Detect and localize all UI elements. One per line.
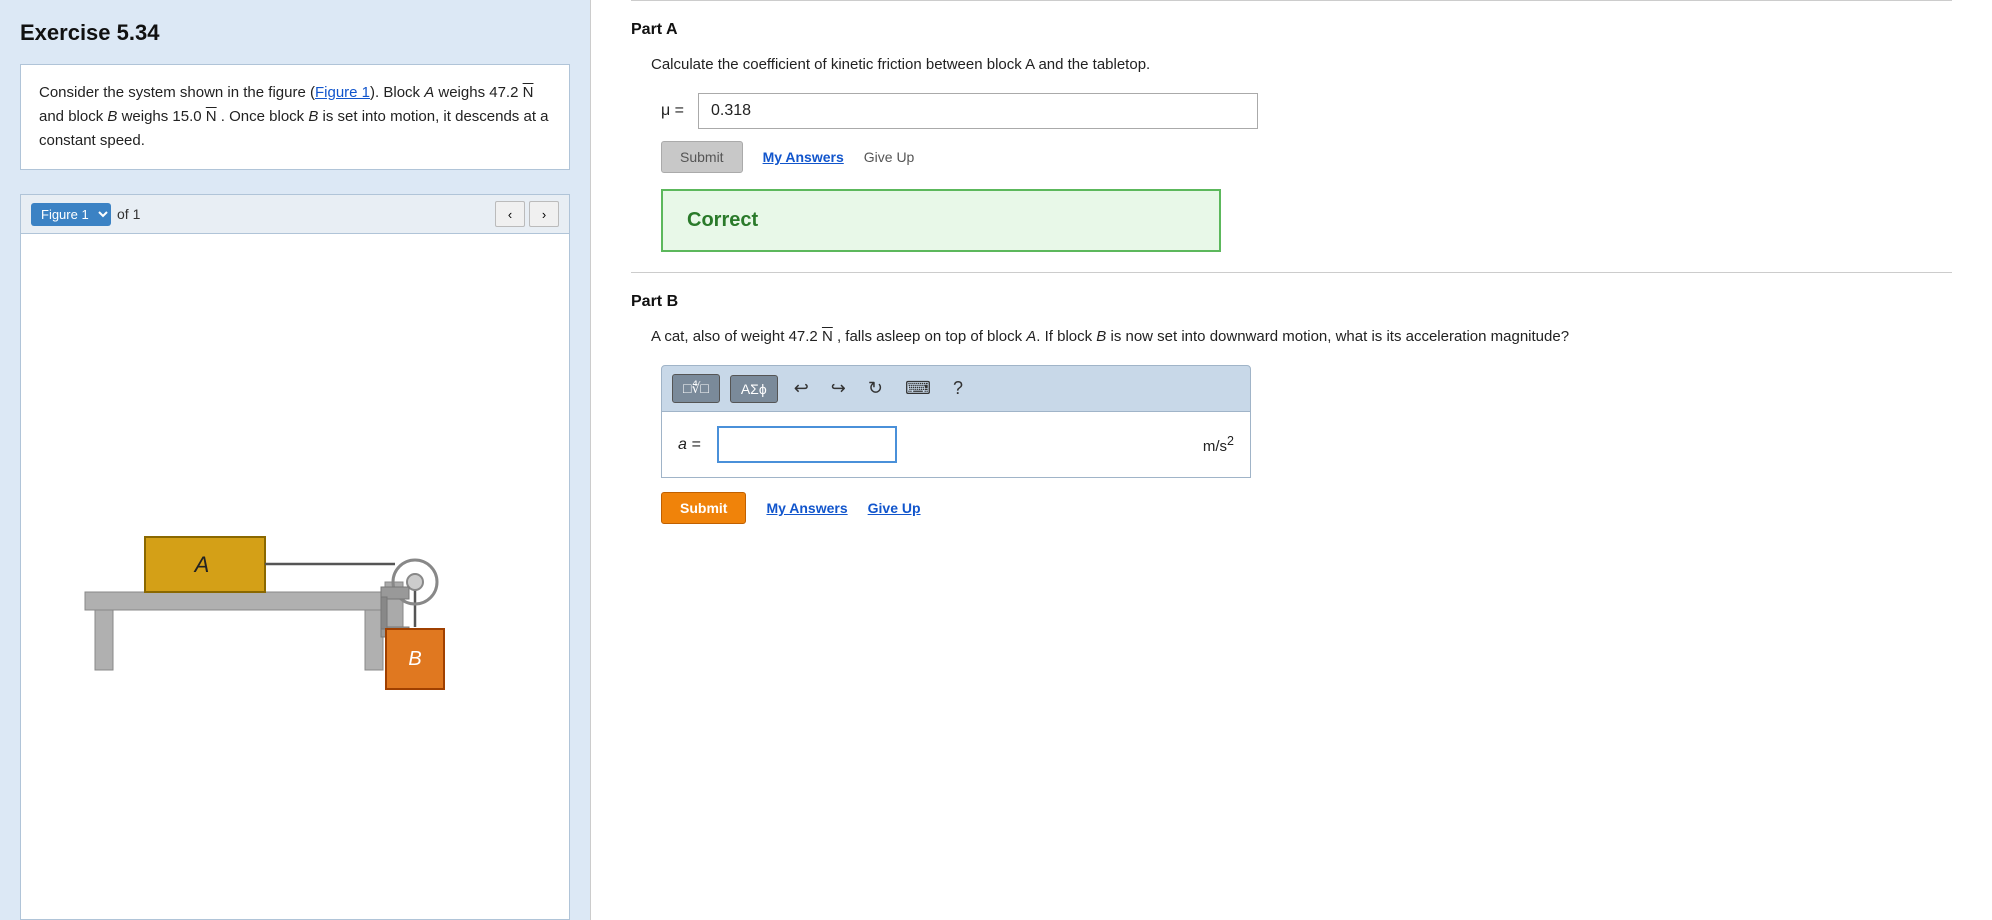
greek-icon: ΑΣϕ [741,381,767,397]
fraction-icon: □∜□ [683,380,709,397]
part-b-my-answers-button[interactable]: My Answers [766,500,847,516]
part-b-submit-button[interactable]: Submit [661,492,746,524]
figure-select[interactable]: Figure 1 [31,203,111,226]
acceleration-input[interactable] [717,426,897,463]
math-toolbar: □∜□ ΑΣϕ ↩ ↪ ↻ ⌨ ? [661,365,1251,412]
part-a-my-answers-button[interactable]: My Answers [763,149,844,165]
part-b-question: A cat, also of weight 47.2 N , falls asl… [631,325,1952,349]
exercise-title: Exercise 5.34 [20,20,570,46]
unit-label: m/s2 [1203,434,1234,455]
part-a-title: Part A [631,21,1952,39]
fraction-sqrt-button[interactable]: □∜□ [672,374,720,403]
part-b-input-area: □∜□ ΑΣϕ ↩ ↪ ↻ ⌨ ? a = m/s2 [631,365,1952,478]
weight-unit-cat: N [822,328,833,345]
weight-unit-a: N [523,84,534,101]
undo-button[interactable]: ↩ [788,374,815,403]
part-a-question: Calculate the coefficient of kinetic fri… [631,53,1952,77]
figure-nav-arrows: ‹ › [495,201,559,227]
refresh-button[interactable]: ↻ [862,374,889,403]
part-b-submit-row: Submit My Answers Give Up [631,492,1952,524]
part-b-section: Part B A cat, also of weight 47.2 N , fa… [631,293,1952,524]
right-panel: Part A Calculate the coefficient of kine… [591,0,1992,920]
weight-unit-b: N [206,108,217,125]
figure-box: A B [20,233,570,920]
problem-text-start: Consider the system shown in the figure [39,84,306,101]
figure-of-label: of 1 [117,206,140,222]
svg-text:A: A [193,552,210,577]
part-b-title: Part B [631,293,1952,311]
part-b-give-up-button[interactable]: Give Up [868,500,921,516]
a-label: a = [678,436,701,454]
part-a-give-up-button[interactable]: Give Up [864,149,915,165]
mu-label: μ = [661,102,684,120]
prev-figure-button[interactable]: ‹ [495,201,525,227]
keyboard-button[interactable]: ⌨ [899,374,937,403]
figure-nav-bar: Figure 1 of 1 ‹ › [20,194,570,233]
svg-text:B: B [408,648,421,670]
problem-box: Consider the system shown in the figure … [20,64,570,170]
redo-button[interactable]: ↪ [825,374,852,403]
mu-input[interactable] [698,93,1258,129]
figure-illustration: A B [45,427,545,727]
greek-symbols-button[interactable]: ΑΣϕ [730,375,778,403]
left-panel: Exercise 5.34 Consider the system shown … [0,0,590,920]
next-figure-button[interactable]: › [529,201,559,227]
figure-select-wrapper: Figure 1 of 1 [31,203,140,226]
part-a-section: Part A Calculate the coefficient of kine… [631,21,1952,252]
part-a-submit-button[interactable]: Submit [661,141,743,173]
part-a-submit-row: Submit My Answers Give Up [631,141,1952,173]
top-divider [631,0,1952,1]
part-divider [631,272,1952,273]
figure-link[interactable]: Figure 1 [315,84,370,101]
math-input-row: a = m/s2 [661,412,1251,478]
help-button[interactable]: ? [947,374,969,403]
part-a-answer-row: μ = [631,93,1952,129]
correct-label: Correct [687,209,758,231]
correct-box: Correct [661,189,1221,252]
